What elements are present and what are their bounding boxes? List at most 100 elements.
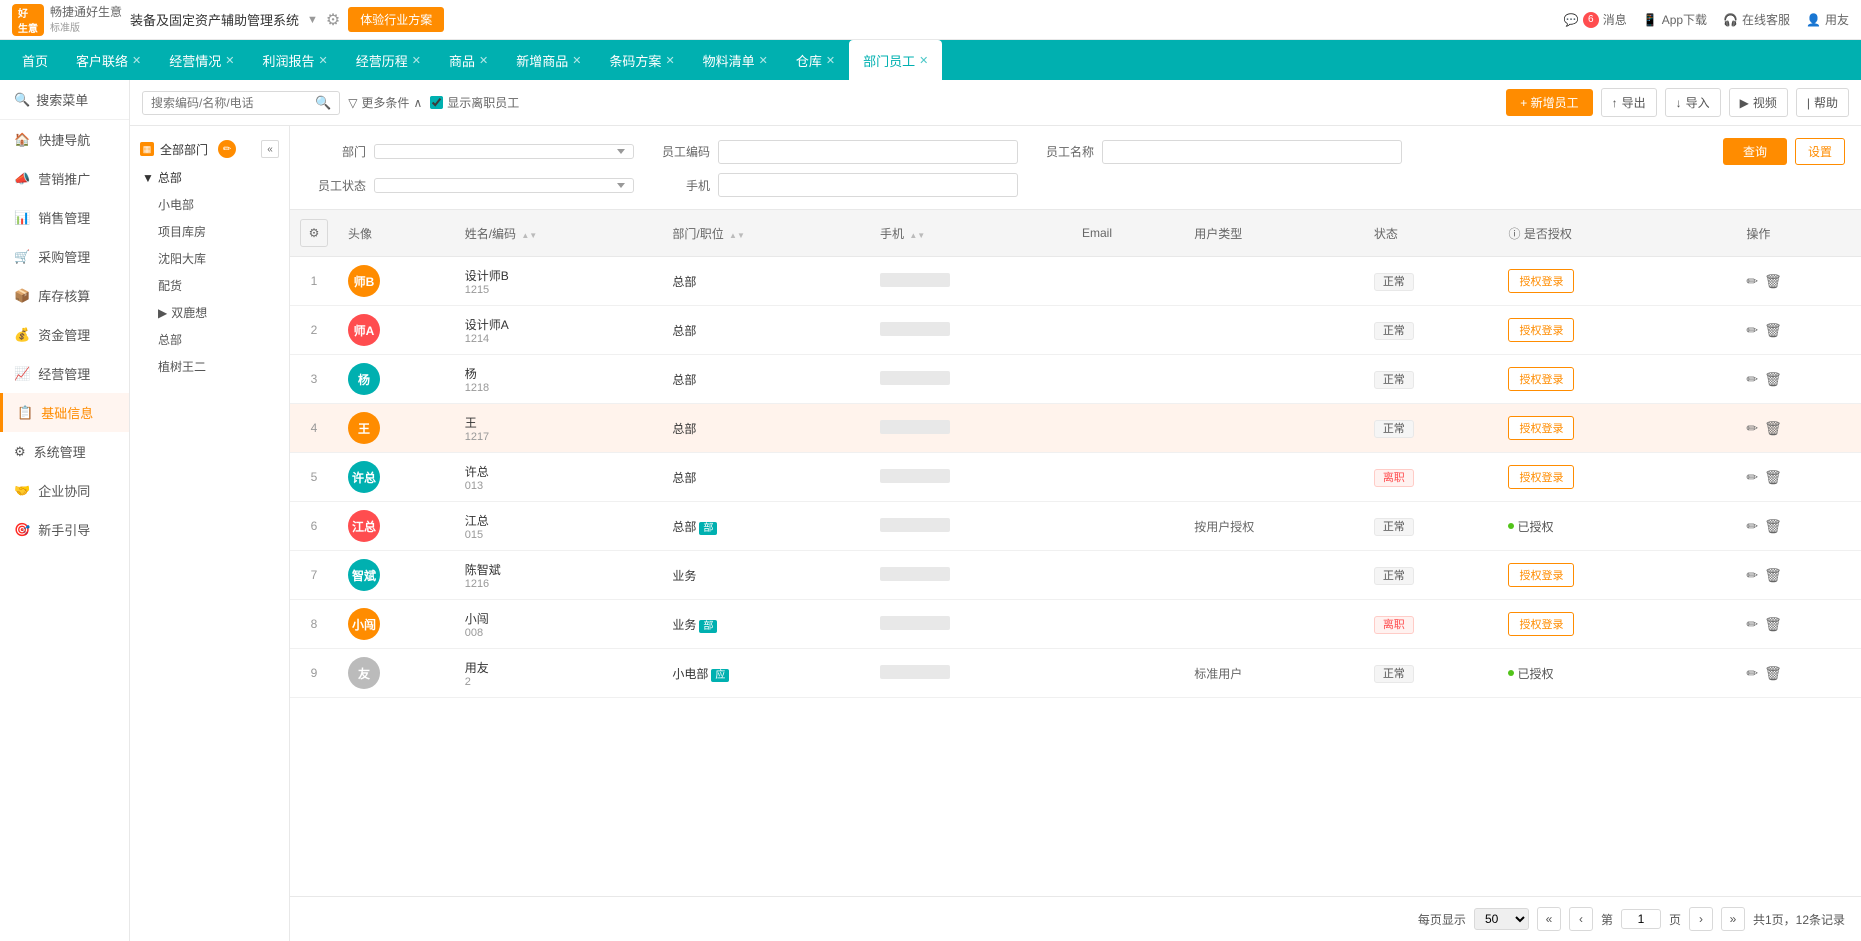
delete-btn[interactable]: 🗑 xyxy=(1764,567,1782,584)
close-employees-icon[interactable]: ✕ xyxy=(919,54,928,67)
close-barcode-icon[interactable]: ✕ xyxy=(665,54,674,67)
sidebar-item-system[interactable]: ⚙ 系统管理 xyxy=(0,432,129,471)
close-customer-icon[interactable]: ✕ xyxy=(132,54,141,67)
tab-barcode[interactable]: 条码方案✕ xyxy=(595,40,688,80)
tab-goods[interactable]: 商品✕ xyxy=(435,40,502,80)
last-page-btn[interactable]: » xyxy=(1721,907,1745,931)
close-profit-icon[interactable]: ✕ xyxy=(319,54,328,67)
user-item[interactable]: 👤 用友 xyxy=(1806,11,1849,28)
show-resigned-checkbox[interactable] xyxy=(430,96,443,109)
search-wrap[interactable]: 🔍 xyxy=(142,91,340,115)
delete-btn[interactable]: 🗑 xyxy=(1764,518,1782,535)
import-btn[interactable]: ↓ 导入 xyxy=(1665,88,1721,117)
sidebar-item-finance[interactable]: 💰 资金管理 xyxy=(0,315,129,354)
system-title-dropdown[interactable]: ▼ xyxy=(307,14,318,26)
delete-btn[interactable]: 🗑 xyxy=(1764,469,1782,486)
tab-new-goods[interactable]: 新增商品✕ xyxy=(502,40,595,80)
edit-btn[interactable]: ✏ xyxy=(1746,273,1758,290)
column-settings-icon[interactable]: ⚙ xyxy=(300,219,328,247)
dept-node-project[interactable]: 项目库房 xyxy=(130,218,289,245)
tab-profit[interactable]: 利润报告✕ xyxy=(248,40,341,80)
add-employee-btn[interactable]: + 新增员工 xyxy=(1506,89,1592,116)
close-new-goods-icon[interactable]: ✕ xyxy=(572,54,581,67)
auth-login-btn[interactable]: 授权登录 xyxy=(1508,367,1574,391)
th-phone[interactable]: 手机 ▲▼ xyxy=(870,210,1072,257)
sidebar-item-promo[interactable]: 📣 营销推广 xyxy=(0,159,129,198)
export-btn[interactable]: ↑ 导出 xyxy=(1601,88,1657,117)
tab-history[interactable]: 经营历程✕ xyxy=(342,40,435,80)
auth-login-btn[interactable]: 授权登录 xyxy=(1508,612,1574,636)
edit-btn[interactable]: ✏ xyxy=(1746,665,1758,682)
sidebar-item-basic[interactable]: 📋 基础信息 xyxy=(0,393,129,432)
emp-name-input[interactable] xyxy=(1102,140,1402,164)
dept-node-xiaodian[interactable]: 小电部 xyxy=(130,191,289,218)
tab-home[interactable]: 首页 xyxy=(8,40,62,80)
tab-warehouse[interactable]: 仓库✕ xyxy=(782,40,849,80)
dept-node-zongbu[interactable]: 总部 xyxy=(130,326,289,353)
edit-btn[interactable]: ✏ xyxy=(1746,469,1758,486)
dept-node-shuanglu[interactable]: ▶ 双鹿想 xyxy=(130,299,289,326)
delete-btn[interactable]: 🗑 xyxy=(1764,616,1782,633)
close-goods-icon[interactable]: ✕ xyxy=(479,54,488,67)
emp-code-input[interactable] xyxy=(718,140,1018,164)
delete-btn[interactable]: 🗑 xyxy=(1764,420,1782,437)
auth-login-btn[interactable]: 授权登录 xyxy=(1508,318,1574,342)
all-dept-label[interactable]: 全部部门 xyxy=(160,141,208,158)
close-bom-icon[interactable]: ✕ xyxy=(759,54,768,67)
close-ops-icon[interactable]: ✕ xyxy=(225,54,234,67)
sidebar-item-nav[interactable]: 🏠 快捷导航 xyxy=(0,120,129,159)
close-history-icon[interactable]: ✕ xyxy=(412,54,421,67)
edit-btn[interactable]: ✏ xyxy=(1746,616,1758,633)
delete-btn[interactable]: 🗑 xyxy=(1764,322,1782,339)
auth-login-btn[interactable]: 授权登录 xyxy=(1508,465,1574,489)
delete-btn[interactable]: 🗑 xyxy=(1764,273,1782,290)
first-page-btn[interactable]: « xyxy=(1537,907,1561,931)
collapse-btn[interactable]: « xyxy=(261,140,279,158)
tab-employees[interactable]: 部门员工✕ xyxy=(849,40,942,80)
sidebar-item-corp[interactable]: 🤝 企业协同 xyxy=(0,471,129,510)
message-item[interactable]: 💬 6 消息 xyxy=(1564,11,1627,28)
tab-customer[interactable]: 客户联络✕ xyxy=(62,40,155,80)
sidebar-item-stock[interactable]: 📦 库存核算 xyxy=(0,276,129,315)
set-btn[interactable]: 设置 xyxy=(1795,138,1845,165)
trial-button[interactable]: 体验行业方案 xyxy=(348,7,444,32)
help-btn[interactable]: | 帮助 xyxy=(1796,88,1849,117)
edit-btn[interactable]: ✏ xyxy=(1746,322,1758,339)
next-page-btn[interactable]: › xyxy=(1689,907,1713,931)
sidebar-item-sales[interactable]: 📊 销售管理 xyxy=(0,198,129,237)
query-btn[interactable]: 查询 xyxy=(1723,138,1787,165)
more-filter-btn[interactable]: ▽ 更多条件 ∧ xyxy=(348,94,422,111)
auth-login-btn[interactable]: 授权登录 xyxy=(1508,269,1574,293)
sidebar-search[interactable]: 🔍 搜索菜单 xyxy=(0,80,129,120)
show-resigned-wrap[interactable]: 显示离职员工 xyxy=(430,94,519,111)
dept-edit-icon[interactable]: ✏ xyxy=(218,140,236,158)
settings-icon[interactable]: ⚙ xyxy=(326,10,340,30)
dept-node-zhishu[interactable]: 植树王二 xyxy=(130,353,289,380)
close-warehouse-icon[interactable]: ✕ xyxy=(826,54,835,67)
per-page-select[interactable]: 50 20 100 xyxy=(1474,908,1529,930)
sidebar-item-ops[interactable]: 📈 经营管理 xyxy=(0,354,129,393)
edit-btn[interactable]: ✏ xyxy=(1746,567,1758,584)
delete-btn[interactable]: 🗑 xyxy=(1764,665,1782,682)
th-dept[interactable]: 部门/职位 ▲▼ xyxy=(662,210,870,257)
edit-btn[interactable]: ✏ xyxy=(1746,371,1758,388)
sidebar-item-guide[interactable]: 🎯 新手引导 xyxy=(0,510,129,549)
tab-ops[interactable]: 经营情况✕ xyxy=(155,40,248,80)
edit-btn[interactable]: ✏ xyxy=(1746,420,1758,437)
dept-node-shenyang[interactable]: 沈阳大库 xyxy=(130,245,289,272)
tab-bom[interactable]: 物料清单✕ xyxy=(689,40,782,80)
view-btn[interactable]: ▶ 视频 xyxy=(1729,88,1788,117)
th-name[interactable]: 姓名/编码 ▲▼ xyxy=(455,210,663,257)
phone-input[interactable] xyxy=(718,173,1018,197)
search-btn-icon[interactable]: 🔍 xyxy=(315,95,331,111)
delete-btn[interactable]: 🗑 xyxy=(1764,371,1782,388)
edit-btn[interactable]: ✏ xyxy=(1746,518,1758,535)
app-download-item[interactable]: 📱 App下载 xyxy=(1643,11,1707,28)
dept-node-head[interactable]: ▼ 总部 xyxy=(130,164,289,191)
filter-dept-select[interactable] xyxy=(374,144,634,159)
filter-status-select[interactable] xyxy=(374,178,634,193)
sidebar-item-purchase[interactable]: 🛒 采购管理 xyxy=(0,237,129,276)
online-service-item[interactable]: 🎧 在线客服 xyxy=(1723,11,1790,28)
auth-login-btn[interactable]: 授权登录 xyxy=(1508,416,1574,440)
page-input[interactable] xyxy=(1621,909,1661,929)
